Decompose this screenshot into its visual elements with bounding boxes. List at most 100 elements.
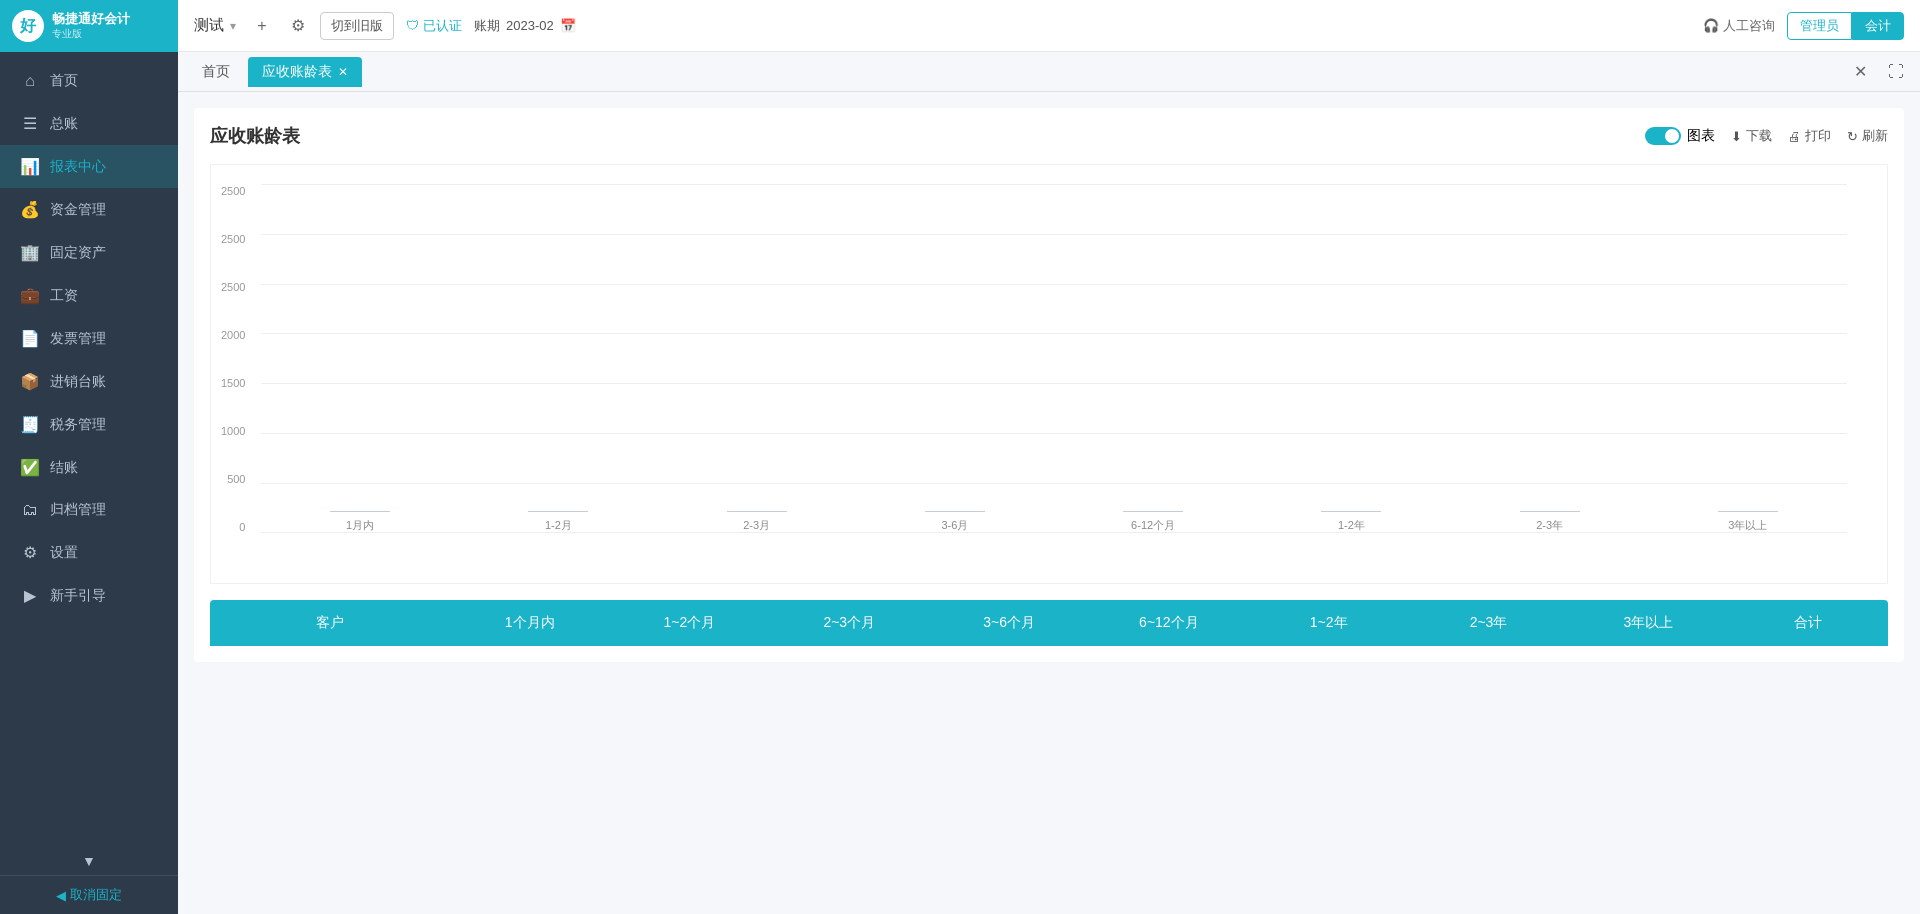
sidebar-item-settle-label: 结账: [50, 459, 78, 477]
sidebar-item-settings[interactable]: ⚙ 设置: [0, 531, 178, 574]
sidebar-item-report-label: 报表中心: [50, 158, 106, 176]
topbar-switch-btn[interactable]: 切到旧版: [320, 12, 394, 40]
print-icon: 🖨: [1788, 129, 1801, 144]
bar-label-1to2y: 1-2年: [1338, 518, 1365, 533]
tab-close-icon[interactable]: ✕: [338, 65, 348, 79]
topbar-user-btn[interactable]: 管理员: [1787, 12, 1852, 40]
tab-ar-aging-label: 应收账龄表: [262, 63, 332, 81]
toggle-thumb: [1665, 129, 1679, 143]
sidebar-item-fund-label: 资金管理: [50, 201, 106, 219]
toggle-track[interactable]: [1645, 127, 1681, 145]
sidebar-item-asset[interactable]: 🏢 固定资产: [0, 231, 178, 274]
sidebar-item-sales-label: 进销台账: [50, 373, 106, 391]
th-1to2m: 1~2个月: [610, 614, 770, 632]
refresh-icon: ↻: [1847, 129, 1858, 144]
logo-edition: 专业版: [52, 27, 130, 41]
topbar-module-name: 测试: [194, 16, 224, 35]
chevron-down-icon: ▾: [230, 19, 236, 33]
settle-icon: ✅: [20, 458, 40, 477]
tabs-close-btn[interactable]: ✕: [1846, 58, 1874, 86]
y-label-2500a: 2500: [221, 185, 245, 197]
sidebar-item-home[interactable]: ⌂ 首页: [0, 60, 178, 102]
topbar: 测试 ▾ + ⚙ 切到旧版 🛡 已认证 账期 2023-02 📅 🎧 人工咨询 …: [178, 0, 1920, 52]
tax-icon: 🧾: [20, 415, 40, 434]
bar-group-1to2y: 1-2年: [1321, 511, 1381, 533]
sidebar-item-tax[interactable]: 🧾 税务管理: [0, 403, 178, 446]
sidebar-item-settle[interactable]: ✅ 结账: [0, 446, 178, 489]
report-title: 应收账龄表: [210, 124, 300, 148]
bar-label-6to12m: 6-12个月: [1131, 518, 1175, 533]
topbar-period-label: 账期: [474, 17, 500, 35]
report-icon: 📊: [20, 157, 40, 176]
bar-label-over3y: 3年以上: [1728, 518, 1767, 533]
bar-3to6m: [925, 511, 985, 512]
print-btn[interactable]: 🖨 打印: [1788, 127, 1831, 145]
bars-area: 1月内 1-2月 2-3月 3-6月: [261, 185, 1847, 533]
tabs-expand-btn[interactable]: ⛶: [1882, 58, 1910, 86]
sidebar-item-sales[interactable]: 📦 进销台账: [0, 360, 178, 403]
refresh-btn[interactable]: ↻ 刷新: [1847, 127, 1888, 145]
sidebar-item-home-label: 首页: [50, 72, 78, 90]
bar-label-1to2m: 1-2月: [545, 518, 572, 533]
sidebar-item-invoice[interactable]: 📄 发票管理: [0, 317, 178, 360]
chart-toggle-label: 图表: [1687, 127, 1715, 145]
tab-ar-aging[interactable]: 应收账龄表 ✕: [248, 57, 362, 87]
bar-group-over3y: 3年以上: [1718, 511, 1778, 533]
cancel-fixed-icon: ◀: [56, 888, 66, 903]
topbar-gear-btn[interactable]: ⚙: [284, 12, 312, 40]
y-label-500: 500: [227, 473, 245, 485]
y-label-2500b: 2500: [221, 233, 245, 245]
bar-1to2m: [528, 511, 588, 512]
main-area: 测试 ▾ + ⚙ 切到旧版 🛡 已认证 账期 2023-02 📅 🎧 人工咨询 …: [178, 0, 1920, 914]
asset-icon: 🏢: [20, 243, 40, 262]
download-label: 下载: [1746, 127, 1772, 145]
report-header: 应收账龄表 图表 ⬇ 下载 🖨 打印: [210, 124, 1888, 148]
topbar-period: 账期 2023-02 📅: [474, 17, 576, 35]
sidebar-item-fund[interactable]: 💰 资金管理: [0, 188, 178, 231]
topbar-plus-btn[interactable]: +: [248, 12, 276, 40]
y-label-0: 0: [239, 521, 245, 533]
settings-icon: ⚙: [20, 543, 40, 562]
sidebar-item-settings-label: 设置: [50, 544, 78, 562]
download-btn[interactable]: ⬇ 下载: [1731, 127, 1772, 145]
topbar-period-value: 2023-02: [506, 18, 554, 33]
home-icon: ⌂: [20, 72, 40, 90]
sidebar-item-archive-label: 归档管理: [50, 501, 106, 519]
topbar-module[interactable]: 测试 ▾: [194, 16, 236, 35]
bar-group-2to3y: 2-3年: [1520, 511, 1580, 533]
invoice-icon: 📄: [20, 329, 40, 348]
bar-6to12m: [1123, 511, 1183, 512]
sidebar-item-ledger[interactable]: ☰ 总账: [0, 102, 178, 145]
sidebar-item-ledger-label: 总账: [50, 115, 78, 133]
th-2to3m: 2~3个月: [769, 614, 929, 632]
calendar-icon[interactable]: 📅: [560, 18, 576, 33]
shield-icon: 🛡: [406, 18, 419, 33]
fund-icon: 💰: [20, 200, 40, 219]
report-page: 应收账龄表 图表 ⬇ 下载 🖨 打印: [194, 108, 1904, 662]
chart-toggle[interactable]: 图表: [1645, 127, 1715, 145]
sidebar-item-wage[interactable]: 💼 工资: [0, 274, 178, 317]
sidebar-item-report[interactable]: 📊 报表中心: [0, 145, 178, 188]
sidebar-item-tax-label: 税务管理: [50, 416, 106, 434]
sidebar-scroll-down[interactable]: ▼: [0, 847, 178, 875]
tabs-bar: 首页 应收账龄表 ✕ ✕ ⛶: [178, 52, 1920, 92]
th-3to6m: 3~6个月: [929, 614, 1089, 632]
topbar-consult-btn[interactable]: 🎧 人工咨询: [1703, 17, 1775, 35]
tab-home-label: 首页: [202, 63, 230, 81]
chart-inner: 2500 2500 2500 2000 1500 1000 500 0: [261, 185, 1847, 533]
tab-home[interactable]: 首页: [188, 57, 244, 87]
topbar-verified: 🛡 已认证: [406, 17, 462, 35]
ledger-icon: ☰: [20, 114, 40, 133]
topbar-user-btns: 管理员 会计: [1787, 12, 1904, 40]
sidebar-item-newbie[interactable]: ▶ 新手引导: [0, 574, 178, 617]
bar-group-6to12m: 6-12个月: [1123, 511, 1183, 533]
content-area: 应收账龄表 图表 ⬇ 下载 🖨 打印: [178, 92, 1920, 914]
sidebar-item-wage-label: 工资: [50, 287, 78, 305]
th-2to3y: 2~3年: [1409, 614, 1569, 632]
logo-name: 畅捷通好会计: [52, 11, 130, 28]
sidebar-item-archive[interactable]: 🗂 归档管理: [0, 489, 178, 531]
th-1m: 1个月内: [450, 614, 610, 632]
topbar-verified-label: 已认证: [423, 17, 462, 35]
sidebar-cancel-fixed-btn[interactable]: ◀ 取消固定: [0, 875, 178, 914]
topbar-role-btn[interactable]: 会计: [1852, 12, 1904, 40]
